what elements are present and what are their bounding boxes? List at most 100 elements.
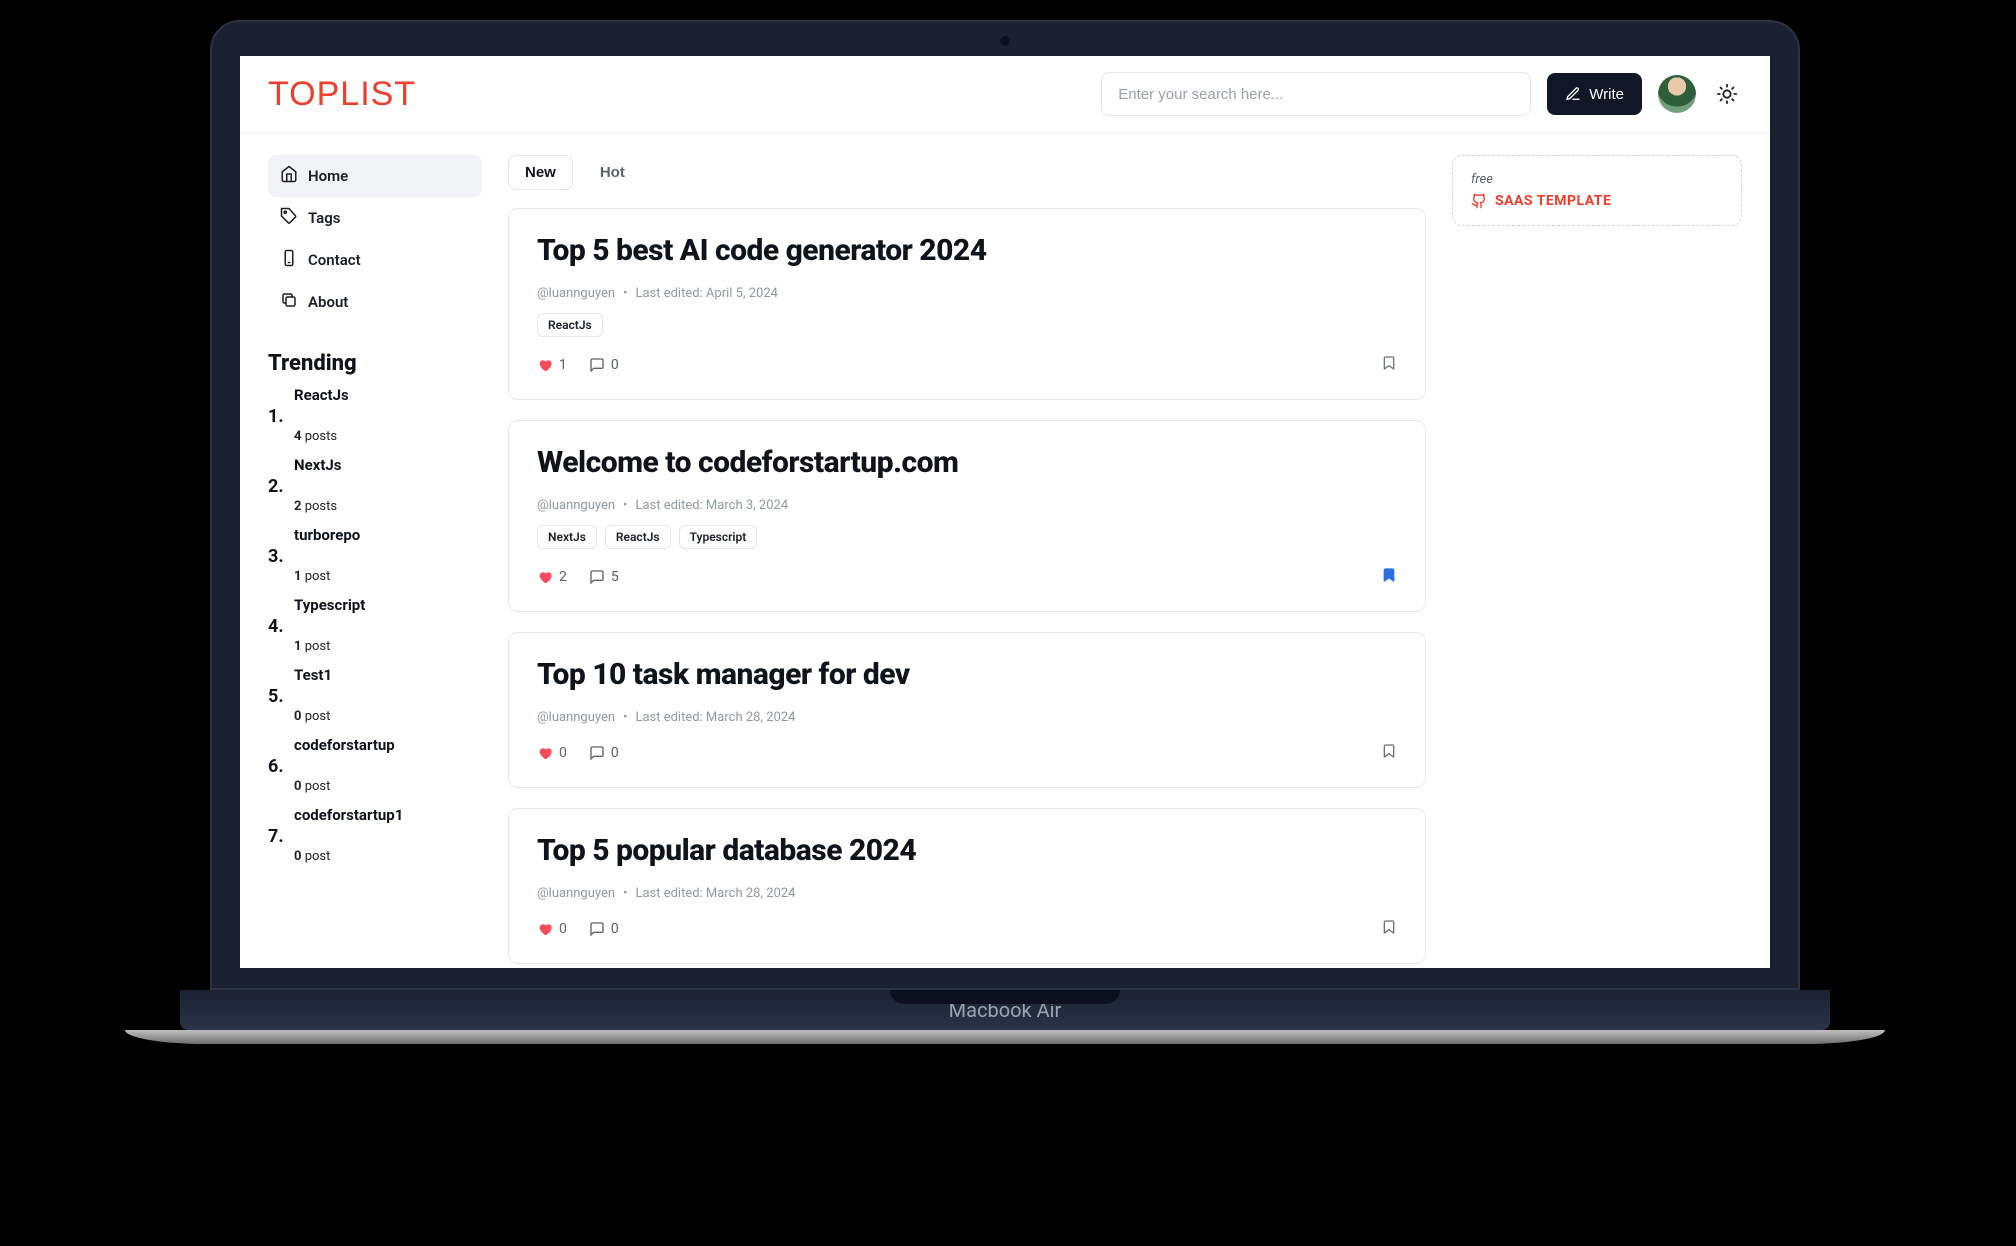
- trackpad-notch: [890, 990, 1120, 1004]
- like-button[interactable]: 0: [537, 745, 567, 761]
- post-author[interactable]: @luannguyen: [537, 286, 615, 301]
- bookmark-icon: [1381, 743, 1397, 759]
- main-column: New Hot Top 5 best AI code generator 2024…: [508, 155, 1426, 968]
- trending-count: 2 posts: [294, 499, 482, 514]
- sidebar-item-label: Tags: [308, 209, 341, 227]
- trending-rank: 3.: [268, 546, 482, 567]
- trending-tag: Typescript: [294, 596, 482, 614]
- bookmark-button[interactable]: [1381, 743, 1397, 763]
- post-card[interactable]: Top 5 best AI code generator 2024 @luann…: [508, 208, 1426, 400]
- comment-count: 0: [611, 745, 619, 761]
- post-card[interactable]: Top 10 task manager for dev @luannguyen …: [508, 632, 1426, 788]
- sidebar: HomeTagsContactAbout Trending ReactJs 1.…: [268, 155, 482, 968]
- post-edited: Last edited: March 3, 2024: [635, 498, 788, 513]
- post-author[interactable]: @luannguyen: [537, 886, 615, 901]
- laptop-base: [125, 1030, 1885, 1044]
- post-edited: Last edited: March 28, 2024: [635, 710, 795, 725]
- filter-tabs: New Hot: [508, 155, 1426, 190]
- comment-count: 0: [611, 357, 619, 373]
- post-title[interactable]: Top 5 best AI code generator 2024: [537, 233, 1397, 268]
- screen-bezel: TOPLIST Write HomeTagsContactAbout Trend…: [210, 20, 1800, 990]
- promo-link[interactable]: SAAS TEMPLATE: [1471, 193, 1723, 209]
- trending-item[interactable]: Typescript 4. 1 post: [268, 596, 482, 654]
- post-tag[interactable]: NextJs: [537, 525, 597, 549]
- write-button[interactable]: Write: [1547, 73, 1642, 115]
- trending-item[interactable]: NextJs 2. 2 posts: [268, 456, 482, 514]
- like-button[interactable]: 2: [537, 569, 567, 585]
- post-meta: @luannguyen • Last edited: April 5, 2024: [537, 286, 1397, 301]
- bookmark-button[interactable]: [1381, 567, 1397, 587]
- post-tag[interactable]: ReactJs: [537, 313, 603, 337]
- post-edited: Last edited: April 5, 2024: [635, 286, 778, 301]
- comment-button[interactable]: 0: [589, 745, 619, 761]
- trending-tag: NextJs: [294, 456, 482, 474]
- trending-rank: 6.: [268, 756, 482, 777]
- logo[interactable]: TOPLIST: [268, 75, 416, 114]
- camera-dot: [1000, 36, 1010, 46]
- comment-button[interactable]: 5: [589, 569, 619, 585]
- avatar[interactable]: [1658, 75, 1696, 113]
- theme-toggle[interactable]: [1712, 79, 1742, 109]
- trending-item[interactable]: turborepo 3. 1 post: [268, 526, 482, 584]
- trending-count: 1 post: [294, 639, 482, 654]
- post-title[interactable]: Top 10 task manager for dev: [537, 657, 1397, 692]
- like-count: 1: [559, 357, 567, 373]
- comment-button[interactable]: 0: [589, 357, 619, 373]
- post-meta: @luannguyen • Last edited: March 28, 202…: [537, 710, 1397, 725]
- sidebar-item-label: Home: [308, 167, 348, 185]
- trending-item[interactable]: codeforstartup 6. 0 post: [268, 736, 482, 794]
- trending-item[interactable]: codeforstartup1 7. 0 post: [268, 806, 482, 864]
- bookmark-button[interactable]: [1381, 919, 1397, 939]
- post-title[interactable]: Welcome to codeforstartup.com: [537, 445, 1397, 480]
- sidebar-item-tags[interactable]: Tags: [268, 197, 482, 239]
- post-footer: 2 5: [537, 567, 1397, 587]
- github-icon: [1471, 193, 1487, 209]
- trending-tag: turborepo: [294, 526, 482, 544]
- tab-hot[interactable]: Hot: [583, 155, 642, 190]
- like-count: 0: [559, 745, 567, 761]
- heart-icon: [537, 921, 553, 937]
- trending-count: 0 post: [294, 709, 482, 724]
- tag-icon: [280, 207, 298, 229]
- post-edited: Last edited: March 28, 2024: [635, 886, 795, 901]
- search-input[interactable]: [1101, 72, 1531, 116]
- trending-rank: 1.: [268, 406, 482, 427]
- sidebar-item-home[interactable]: Home: [268, 155, 482, 197]
- comment-icon: [589, 745, 605, 761]
- post-tags: NextJs ReactJs Typescript: [537, 525, 1397, 549]
- promo-card[interactable]: free SAAS TEMPLATE: [1452, 155, 1742, 226]
- post-author[interactable]: @luannguyen: [537, 498, 615, 513]
- comment-count: 0: [611, 921, 619, 937]
- trending-tag: codeforstartup: [294, 736, 482, 754]
- like-button[interactable]: 0: [537, 921, 567, 937]
- comment-icon: [589, 357, 605, 373]
- comment-button[interactable]: 0: [589, 921, 619, 937]
- bookmark-button[interactable]: [1381, 355, 1397, 375]
- post-card[interactable]: Welcome to codeforstartup.com @luannguye…: [508, 420, 1426, 612]
- bookmark-icon: [1381, 355, 1397, 371]
- like-button[interactable]: 1: [537, 357, 567, 373]
- screen-content: TOPLIST Write HomeTagsContactAbout Trend…: [240, 56, 1770, 968]
- trending-rank: 5.: [268, 686, 482, 707]
- sidebar-item-about[interactable]: About: [268, 281, 482, 323]
- heart-icon: [537, 569, 553, 585]
- trending-rank: 4.: [268, 616, 482, 637]
- post-tag[interactable]: Typescript: [679, 525, 758, 549]
- comment-icon: [589, 569, 605, 585]
- right-column: free SAAS TEMPLATE: [1452, 155, 1742, 968]
- post-title[interactable]: Top 5 popular database 2024: [537, 833, 1397, 868]
- sidebar-item-label: About: [308, 293, 348, 311]
- trending-tag: codeforstartup1: [294, 806, 482, 824]
- trending-item[interactable]: ReactJs 1. 4 posts: [268, 386, 482, 444]
- heart-icon: [537, 357, 553, 373]
- post-card[interactable]: Top 5 popular database 2024 @luannguyen …: [508, 808, 1426, 964]
- post-meta: @luannguyen • Last edited: March 28, 202…: [537, 886, 1397, 901]
- post-tag[interactable]: ReactJs: [605, 525, 671, 549]
- post-author[interactable]: @luannguyen: [537, 710, 615, 725]
- sidebar-item-contact[interactable]: Contact: [268, 239, 482, 281]
- trending-item[interactable]: Test1 5. 0 post: [268, 666, 482, 724]
- promo-text: SAAS TEMPLATE: [1495, 193, 1611, 209]
- app-header: TOPLIST Write: [240, 56, 1770, 133]
- comment-count: 5: [611, 569, 619, 585]
- tab-new[interactable]: New: [508, 155, 573, 190]
